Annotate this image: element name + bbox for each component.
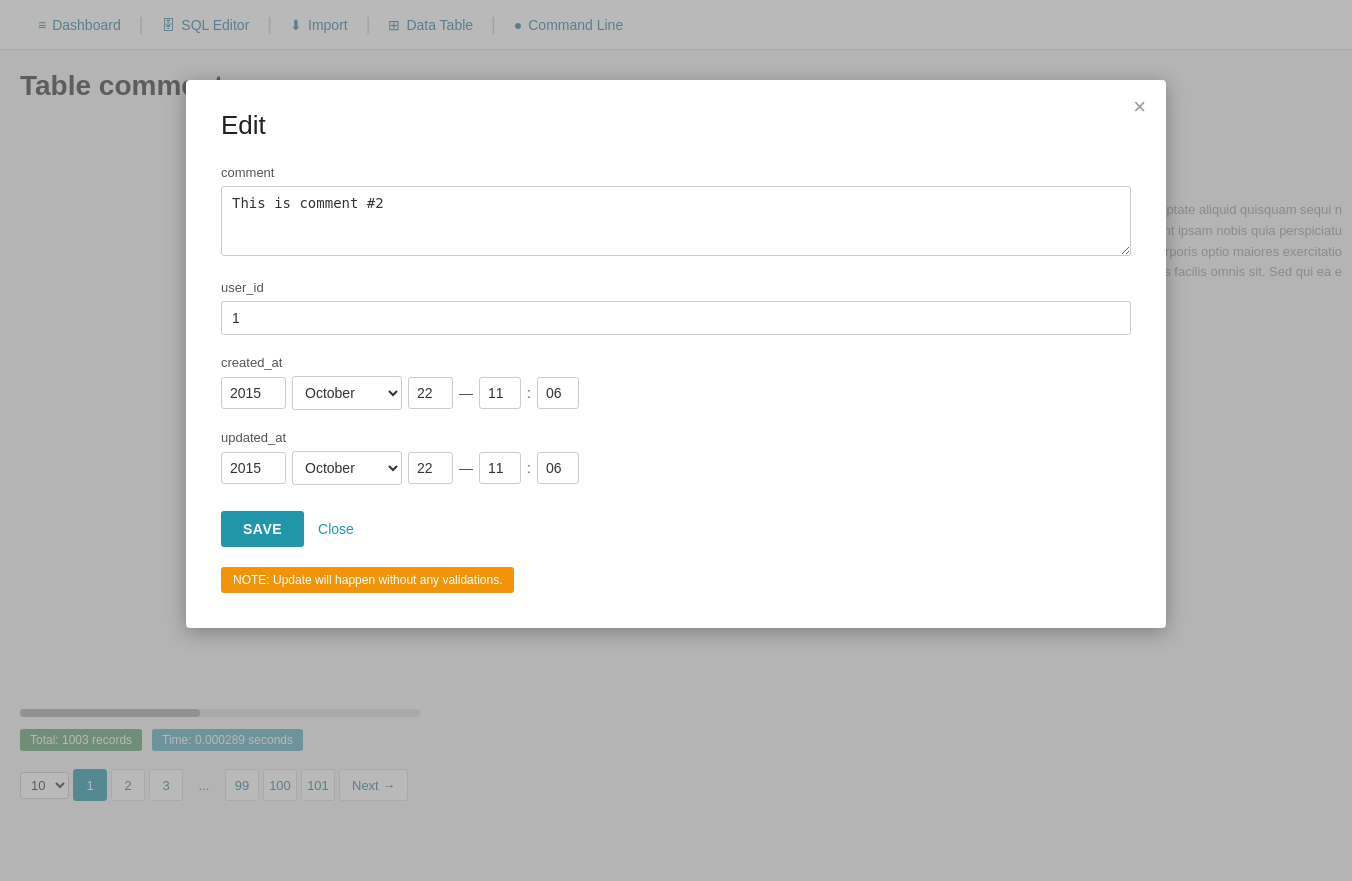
updated-at-dash: — <box>459 460 473 476</box>
updated-at-month[interactable]: JanuaryFebruaryMarchAprilMayJuneJulyAugu… <box>292 451 402 485</box>
created-at-label: created_at <box>221 355 1131 370</box>
note-banner: NOTE: Update will happen without any val… <box>221 567 514 593</box>
user-id-input[interactable] <box>221 301 1131 335</box>
updated-at-colon: : <box>527 460 531 476</box>
updated-at-minute[interactable] <box>537 452 579 484</box>
created-at-colon: : <box>527 385 531 401</box>
created-at-group: created_at JanuaryFebruaryMarchAprilMayJ… <box>221 355 1131 410</box>
edit-modal: × Edit comment user_id created_at Januar… <box>186 80 1166 628</box>
created-at-minute[interactable] <box>537 377 579 409</box>
modal-close-button[interactable]: × <box>1133 96 1146 118</box>
close-button[interactable]: Close <box>318 521 354 537</box>
updated-at-datetime-row: JanuaryFebruaryMarchAprilMayJuneJulyAugu… <box>221 451 1131 485</box>
button-row: SAVE Close <box>221 511 1131 547</box>
updated-at-group: updated_at JanuaryFebruaryMarchAprilMayJ… <box>221 430 1131 485</box>
modal-overlay: × Edit comment user_id created_at Januar… <box>0 0 1352 881</box>
updated-at-day[interactable] <box>408 452 453 484</box>
user-id-label: user_id <box>221 280 1131 295</box>
save-button[interactable]: SAVE <box>221 511 304 547</box>
updated-at-hour[interactable] <box>479 452 521 484</box>
created-at-day[interactable] <box>408 377 453 409</box>
updated-at-year[interactable] <box>221 452 286 484</box>
modal-title: Edit <box>221 110 1131 141</box>
created-at-hour[interactable] <box>479 377 521 409</box>
comment-group: comment <box>221 165 1131 260</box>
comment-label: comment <box>221 165 1131 180</box>
created-at-dash: — <box>459 385 473 401</box>
updated-at-label: updated_at <box>221 430 1131 445</box>
created-at-month[interactable]: JanuaryFebruaryMarchAprilMayJuneJulyAugu… <box>292 376 402 410</box>
created-at-year[interactable] <box>221 377 286 409</box>
created-at-datetime-row: JanuaryFebruaryMarchAprilMayJuneJulyAugu… <box>221 376 1131 410</box>
comment-textarea[interactable] <box>221 186 1131 256</box>
user-id-group: user_id <box>221 280 1131 335</box>
